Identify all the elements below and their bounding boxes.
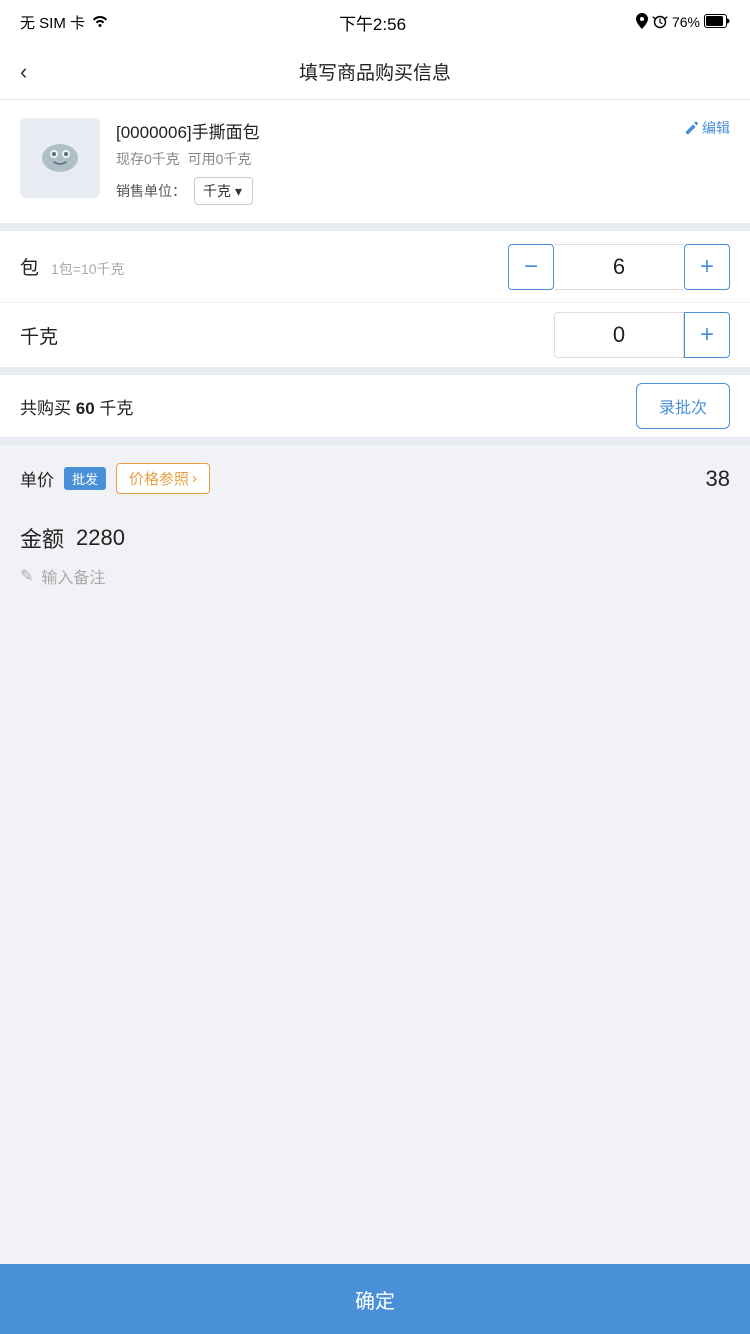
qty2-input[interactable] [554, 312, 684, 358]
qty2-control: + [554, 312, 730, 358]
price-ref-button[interactable]: 价格参照 › [116, 463, 210, 494]
alarm-icon [652, 13, 668, 32]
qty1-control: − + [508, 244, 730, 290]
qty2-plus-button[interactable]: + [684, 312, 730, 358]
note-placeholder: 输入备注 [41, 564, 105, 588]
carrier-text: 无 SIM 卡 [20, 12, 85, 33]
qty1-input[interactable] [554, 244, 684, 290]
price-value: 38 [706, 466, 730, 492]
record-batch-button[interactable]: 录批次 [636, 383, 730, 429]
qty1-label: 包 [20, 253, 39, 280]
unit-select[interactable]: 千克 ▾ [194, 177, 253, 205]
product-name: [0000006]手撕面包 [116, 118, 260, 143]
product-card: [0000006]手撕面包 编辑 现存0千克 可用0千克 销售单位： 千克 ▾ [0, 100, 750, 231]
page-spacer [0, 598, 750, 998]
wifi-icon [91, 13, 109, 31]
qty1-plus-button[interactable]: + [684, 244, 730, 290]
qty1-hint: 1包=10千克 [51, 259, 125, 279]
chevron-right-icon: › [192, 470, 197, 487]
qty1-minus-button[interactable]: − [508, 244, 554, 290]
status-time: 下午2:56 [339, 10, 406, 35]
qty-row-kg: 千克 + [0, 303, 750, 375]
product-stock: 现存0千克 可用0千克 [116, 149, 730, 169]
page-title: 填写商品购买信息 [299, 58, 451, 85]
status-left: 无 SIM 卡 [20, 12, 109, 33]
price-row: 单价 批发 价格参照 › 38 [0, 445, 750, 512]
battery-icon [704, 14, 730, 31]
pencil-icon: ✎ [20, 566, 33, 586]
total-text: 共购买 60 千克 [20, 394, 133, 419]
amount-row: 金额 2280 [20, 522, 730, 554]
price-label: 单价 [20, 466, 54, 491]
status-right: 76% [636, 13, 730, 32]
confirm-label: 确定 [355, 1285, 395, 1314]
price-badge: 批发 [64, 467, 106, 490]
status-bar: 无 SIM 卡 下午2:56 76% [0, 0, 750, 44]
amount-label: 金额 [20, 522, 64, 554]
product-unit-row: 销售单位： 千克 ▾ [116, 177, 730, 205]
product-info: [0000006]手撕面包 编辑 现存0千克 可用0千克 销售单位： 千克 ▾ [116, 118, 730, 205]
chevron-down-icon: ▾ [235, 183, 242, 200]
location-icon [636, 13, 648, 32]
qty-row-bao: 包 1包=10千克 − + [0, 231, 750, 303]
amount-value: 2280 [76, 525, 125, 551]
product-thumbnail [20, 118, 100, 198]
amount-section: 金额 2280 ✎ 输入备注 [0, 512, 750, 598]
back-button[interactable]: ‹ [20, 59, 27, 85]
edit-button[interactable]: 编辑 [685, 118, 730, 138]
confirm-button[interactable]: 确定 [0, 1264, 750, 1334]
total-row: 共购买 60 千克 录批次 [0, 375, 750, 445]
page-header: ‹ 填写商品购买信息 [0, 44, 750, 100]
battery-text: 76% [672, 14, 700, 30]
qty2-label: 千克 [20, 322, 58, 349]
note-row[interactable]: ✎ 输入备注 [20, 564, 730, 588]
